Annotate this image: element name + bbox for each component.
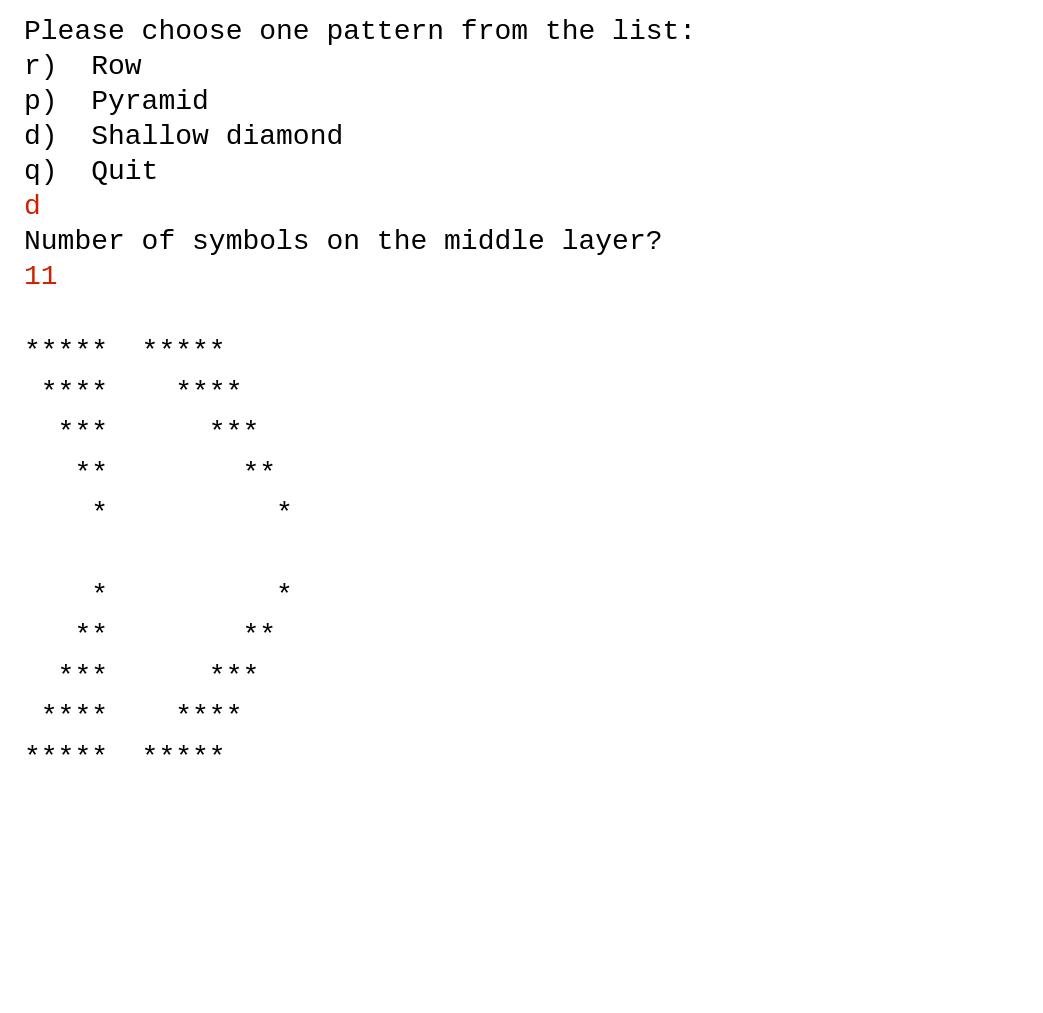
spacer-1 [24,296,1019,324]
prompt-symbols: Number of symbols on the middle layer? [24,226,1019,257]
user-input-2: 11 [24,261,1019,292]
menu-item-p: p) Pyramid [24,86,1019,117]
pattern-display: ***** ***** **** **** *** *** ** ** * * … [24,332,1019,779]
header-line: Please choose one pattern from the list: [24,16,1019,47]
menu-item-q: q) Quit [24,156,1019,187]
terminal-output: Please choose one pattern from the list:… [24,16,1019,779]
user-input-1: d [24,191,1019,222]
menu-item-r: r) Row [24,51,1019,82]
menu-item-d: d) Shallow diamond [24,121,1019,152]
